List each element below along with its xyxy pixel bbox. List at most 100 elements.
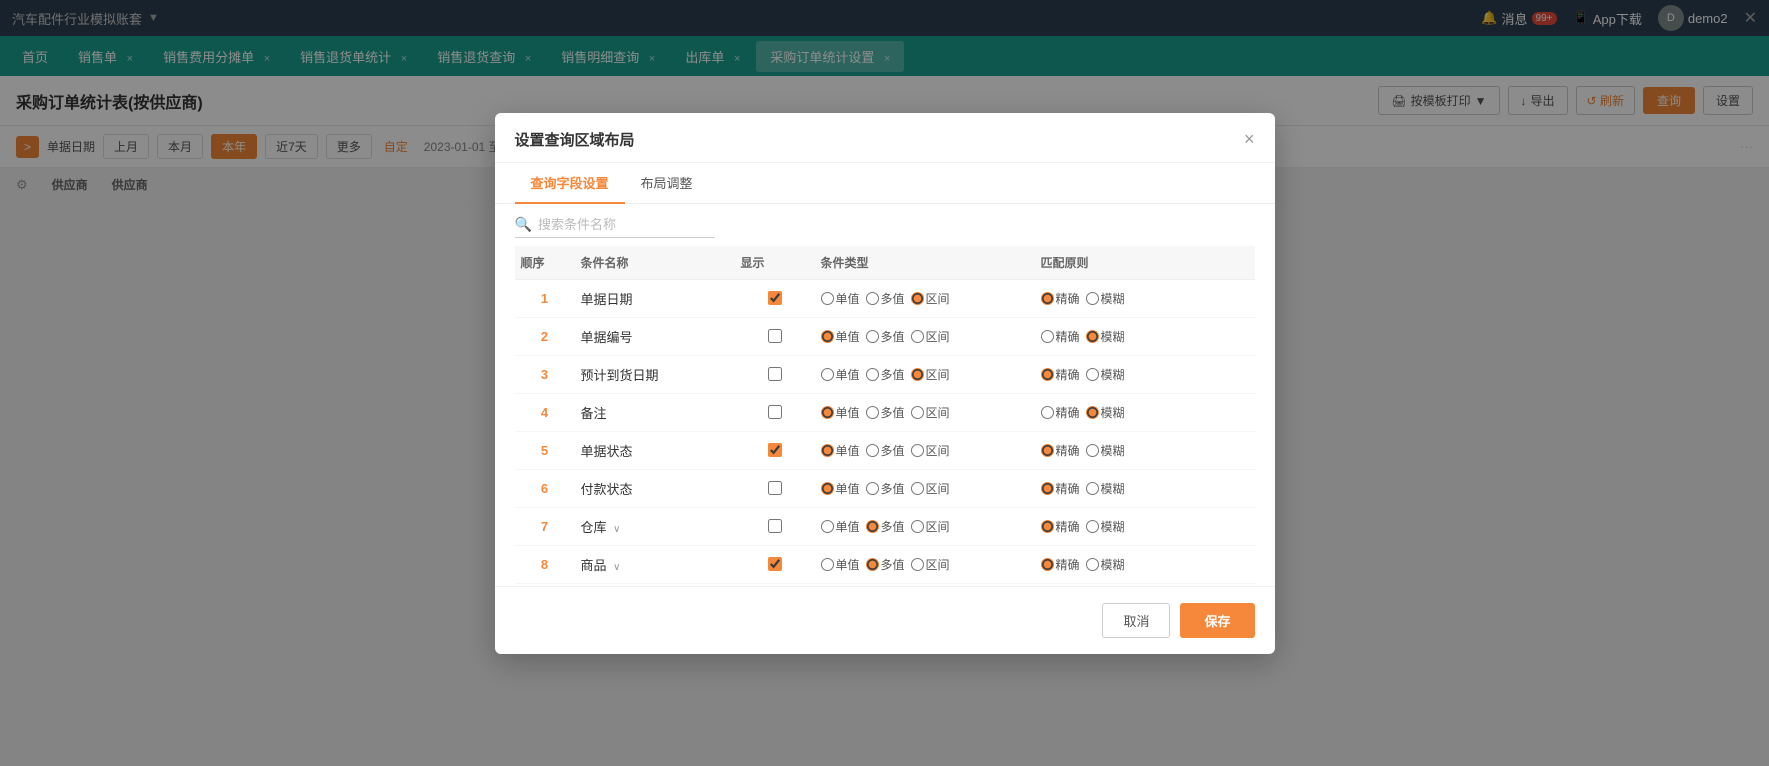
row-3-multi[interactable]: 多值: [866, 366, 905, 383]
tab-layout[interactable]: 布局调整: [625, 163, 709, 204]
row-2-single[interactable]: 单值: [821, 328, 860, 345]
row-7-name: 仓库 ∨: [575, 517, 735, 536]
row-3-range[interactable]: 区间: [911, 366, 950, 383]
col-name: 条件名称: [575, 254, 735, 271]
row-2-fuzzy[interactable]: 模糊: [1086, 328, 1125, 345]
cancel-button[interactable]: 取消: [1102, 603, 1170, 638]
row-1-single[interactable]: 单值: [821, 290, 860, 307]
row-7-exact[interactable]: 精确: [1041, 518, 1080, 535]
row-1-display: [735, 291, 815, 305]
row-7-display: [735, 519, 815, 533]
row-4-order: 4: [515, 405, 575, 420]
row-3-order: 3: [515, 367, 575, 382]
row-6-display: [735, 481, 815, 495]
row-3-type: 单值 多值 区间: [815, 366, 1035, 383]
row-8-fuzzy[interactable]: 模糊: [1086, 556, 1125, 573]
row-3-display: [735, 367, 815, 381]
row-6-range[interactable]: 区间: [911, 480, 950, 497]
row-7-multi[interactable]: 多值: [866, 518, 905, 535]
table-row: 6 付款状态 单值 多值 区间 精确 模糊: [515, 470, 1255, 508]
row-2-exact[interactable]: 精确: [1041, 328, 1080, 345]
row-8-multi[interactable]: 多值: [866, 556, 905, 573]
row-4-range[interactable]: 区间: [911, 404, 950, 421]
row-5-fuzzy[interactable]: 模糊: [1086, 442, 1125, 459]
row-5-exact[interactable]: 精确: [1041, 442, 1080, 459]
row-4-exact[interactable]: 精确: [1041, 404, 1080, 421]
row-2-range[interactable]: 区间: [911, 328, 950, 345]
modal-overlay: 设置查询区域布局 × 查询字段设置 布局调整 🔍 顺序 条件名称 显示 条件类型…: [0, 0, 1769, 766]
table-row: 7 仓库 ∨ 单值 多值 区间 精确 模糊: [515, 508, 1255, 546]
row-7-fuzzy[interactable]: 模糊: [1086, 518, 1125, 535]
table-row: 4 备注 单值 多值 区间 精确 模糊: [515, 394, 1255, 432]
tab-query-fields[interactable]: 查询字段设置: [515, 163, 625, 204]
table-row: 2 单据编号 单值 多值 区间 精确 模糊: [515, 318, 1255, 356]
row-6-name: 付款状态: [575, 479, 735, 498]
row-8-single[interactable]: 单值: [821, 556, 860, 573]
row-6-fuzzy[interactable]: 模糊: [1086, 480, 1125, 497]
table-header: 顺序 条件名称 显示 条件类型 匹配原则: [515, 246, 1255, 280]
row-4-single[interactable]: 单值: [821, 404, 860, 421]
row-1-order: 1: [515, 291, 575, 306]
row-3-single[interactable]: 单值: [821, 366, 860, 383]
table-row: 8 商品 ∨ 单值 多值 区间 精确 模糊: [515, 546, 1255, 584]
row-7-range[interactable]: 区间: [911, 518, 950, 535]
row-7-type: 单值 多值 区间: [815, 518, 1035, 535]
row-6-multi[interactable]: 多值: [866, 480, 905, 497]
row-7-order: 7: [515, 519, 575, 534]
row-2-type: 单值 多值 区间: [815, 328, 1035, 345]
row-1-exact[interactable]: 精确: [1041, 290, 1080, 307]
row-1-match: 精确 模糊: [1035, 290, 1255, 307]
row-2-checkbox[interactable]: [768, 329, 782, 343]
row-4-checkbox[interactable]: [768, 405, 782, 419]
row-1-multi[interactable]: 多值: [866, 290, 905, 307]
search-icon: 🔍: [515, 216, 532, 233]
row-2-match: 精确 模糊: [1035, 328, 1255, 345]
row-4-match: 精确 模糊: [1035, 404, 1255, 421]
row-8-exact[interactable]: 精确: [1041, 556, 1080, 573]
row-3-match: 精确 模糊: [1035, 366, 1255, 383]
row-1-range[interactable]: 区间: [911, 290, 950, 307]
row-5-order: 5: [515, 443, 575, 458]
dialog-header: 设置查询区域布局 ×: [495, 113, 1275, 163]
row-6-single[interactable]: 单值: [821, 480, 860, 497]
col-match: 匹配原则: [1035, 254, 1255, 271]
row-6-exact[interactable]: 精确: [1041, 480, 1080, 497]
row-3-exact[interactable]: 精确: [1041, 366, 1080, 383]
row-7-checkbox[interactable]: [768, 519, 782, 533]
save-button[interactable]: 保存: [1180, 603, 1254, 638]
row-5-range[interactable]: 区间: [911, 442, 950, 459]
dialog-close-button[interactable]: ×: [1244, 130, 1255, 148]
dialog-table: 顺序 条件名称 显示 条件类型 匹配原则 1 单据日期 单值 多值 区间: [495, 246, 1275, 586]
col-type: 条件类型: [815, 254, 1035, 271]
row-5-multi[interactable]: 多值: [866, 442, 905, 459]
dialog-search-area: 🔍: [495, 204, 1275, 246]
row-6-checkbox[interactable]: [768, 481, 782, 495]
row-3-checkbox[interactable]: [768, 367, 782, 381]
row-1-checkbox[interactable]: [768, 291, 782, 305]
row-6-type: 单值 多值 区间: [815, 480, 1035, 497]
row-5-name: 单据状态: [575, 441, 735, 460]
row-3-fuzzy[interactable]: 模糊: [1086, 366, 1125, 383]
row-5-checkbox[interactable]: [768, 443, 782, 457]
row-5-single[interactable]: 单值: [821, 442, 860, 459]
row-7-dropdown[interactable]: ∨: [613, 524, 620, 535]
row-4-multi[interactable]: 多值: [866, 404, 905, 421]
row-7-single[interactable]: 单值: [821, 518, 860, 535]
row-2-multi[interactable]: 多值: [866, 328, 905, 345]
row-8-name: 商品 ∨: [575, 555, 735, 574]
row-5-display: [735, 443, 815, 457]
row-8-range[interactable]: 区间: [911, 556, 950, 573]
row-8-checkbox[interactable]: [768, 557, 782, 571]
col-order: 顺序: [515, 254, 575, 271]
dialog-tabs: 查询字段设置 布局调整: [495, 163, 1275, 204]
row-4-type: 单值 多值 区间: [815, 404, 1035, 421]
row-1-fuzzy[interactable]: 模糊: [1086, 290, 1125, 307]
row-6-order: 6: [515, 481, 575, 496]
row-8-dropdown[interactable]: ∨: [613, 562, 620, 573]
table-row: 1 单据日期 单值 多值 区间 精确 模糊: [515, 280, 1255, 318]
row-8-type: 单值 多值 区间: [815, 556, 1035, 573]
row-4-fuzzy[interactable]: 模糊: [1086, 404, 1125, 421]
search-input[interactable]: [538, 217, 715, 232]
search-box: 🔍: [515, 216, 715, 238]
row-7-match: 精确 模糊: [1035, 518, 1255, 535]
